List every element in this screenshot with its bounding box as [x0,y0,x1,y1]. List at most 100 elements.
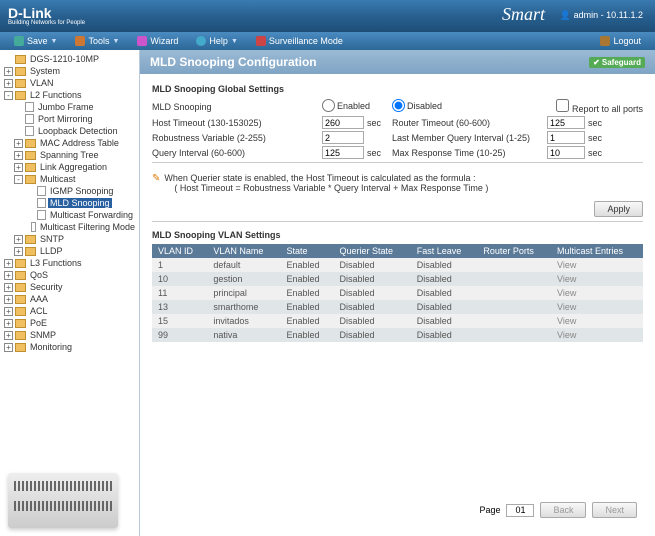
enabled-radio[interactable]: Enabled [322,99,370,112]
tree-acl[interactable]: +ACL [2,305,137,317]
surveillance-menu[interactable]: Surveillance Mode [248,36,351,46]
report-checkbox[interactable]: Report to all ports [556,104,643,114]
tree-system[interactable]: +System [2,65,137,77]
expand-icon[interactable]: + [14,235,23,244]
host-timeout-input[interactable] [322,116,364,129]
view-link[interactable]: View [557,330,576,340]
tree-portmirror[interactable]: Port Mirroring [2,113,137,125]
tree-mfwd[interactable]: Multicast Forwarding [2,209,137,221]
cell-routerports [477,314,551,328]
unit-label: sec [367,118,381,128]
expand-icon[interactable]: + [14,163,23,172]
expand-icon[interactable]: + [4,295,13,304]
tree-label: Port Mirroring [36,114,95,124]
expand-icon[interactable]: + [4,331,13,340]
logout-button[interactable]: Logout [592,36,649,46]
cell-state: Enabled [280,286,333,300]
folder-icon [25,151,36,160]
expand-icon[interactable]: + [4,319,13,328]
tree-device[interactable]: DGS-1210-10MP [2,53,137,65]
router-timeout-input[interactable] [547,116,585,129]
page-input[interactable] [506,504,534,517]
tree-spanning[interactable]: +Spanning Tree [2,149,137,161]
tree-l3[interactable]: +L3 Functions [2,257,137,269]
query-interval-input[interactable] [322,146,364,159]
expand-icon[interactable]: + [4,283,13,292]
collapse-icon[interactable]: - [14,175,23,184]
tools-menu[interactable]: Tools▼ [67,36,127,46]
logout-icon [600,36,610,46]
disabled-radio-input[interactable] [392,99,405,112]
table-row[interactable]: 11principalEnabledDisabledDisabledView [152,286,643,300]
expand-icon[interactable]: + [14,139,23,148]
next-button[interactable]: Next [592,502,637,518]
tree-linkagg[interactable]: +Link Aggregation [2,161,137,173]
table-row[interactable]: 10gestionEnabledDisabledDisabledView [152,272,643,286]
tree-label: SNMP [28,330,58,340]
expand-icon[interactable]: + [4,271,13,280]
expand-icon[interactable]: + [4,307,13,316]
admin-text: admin - 10.11.1.2 [574,10,643,20]
tree-aaa[interactable]: + AAA [2,293,137,305]
help-menu[interactable]: Help▼ [188,36,245,46]
apply-button[interactable]: Apply [594,201,643,217]
cell-querier: Disabled [334,286,411,300]
view-link[interactable]: View [557,302,576,312]
tree-multicast[interactable]: -Multicast [2,173,137,185]
expand-icon[interactable]: + [4,259,13,268]
tree-l2[interactable]: -L2 Functions [2,89,137,101]
cell-routerports [477,300,551,314]
max-response-input[interactable] [547,146,585,159]
tree-poe[interactable]: +PoE [2,317,137,329]
cell-querier: Disabled [334,314,411,328]
expand-icon[interactable]: + [4,79,13,88]
table-row[interactable]: 99nativaEnabledDisabledDisabledView [152,328,643,342]
wizard-menu[interactable]: Wizard [129,36,186,46]
disabled-label: Disabled [407,101,442,111]
surveillance-icon [256,36,266,46]
expand-icon[interactable]: + [4,343,13,352]
expand-icon[interactable]: + [14,151,23,160]
tree-lldp[interactable]: +LLDP [2,245,137,257]
tree-mld[interactable]: MLD Snooping [2,197,137,209]
tree-igmp[interactable]: IGMP Snooping [2,185,137,197]
note-line2: ( Host Timeout = Robustness Variable * Q… [164,183,488,193]
tree-mac[interactable]: +MAC Address Table [2,137,137,149]
tree-qos[interactable]: +QoS [2,269,137,281]
table-row[interactable]: 13smarthomeEnabledDisabledDisabledView [152,300,643,314]
lastmember-input[interactable] [547,131,585,144]
tree-mfilter[interactable]: Multicast Filtering Mode [2,221,137,233]
collapse-icon[interactable]: - [4,91,13,100]
enabled-radio-input[interactable] [322,99,335,112]
col-state: State [280,244,333,258]
folder-icon [15,319,26,328]
expand-icon[interactable]: + [14,247,23,256]
view-link[interactable]: View [557,288,576,298]
view-link[interactable]: View [557,260,576,270]
save-menu[interactable]: Save▼ [6,36,65,46]
report-checkbox-input[interactable] [556,99,569,112]
surveillance-label: Surveillance Mode [269,36,343,46]
table-row[interactable]: 1defaultEnabledDisabledDisabledView [152,258,643,272]
view-link[interactable]: View [557,274,576,284]
disabled-radio[interactable]: Disabled [392,99,442,112]
tree-label: AAA [28,294,50,304]
caret-icon: ▼ [112,38,119,45]
table-row[interactable]: 15invitadosEnabledDisabledDisabledView [152,314,643,328]
tree-snmp[interactable]: + SNMP [2,329,137,341]
tree-loopback[interactable]: Loopback Detection [2,125,137,137]
tree-jumbo[interactable]: Jumbo Frame [2,101,137,113]
robustness-input[interactable] [322,131,364,144]
view-link[interactable]: View [557,316,576,326]
back-button[interactable]: Back [540,502,586,518]
tree-sntp[interactable]: +SNTP [2,233,137,245]
tree-monitoring[interactable]: +Monitoring [2,341,137,353]
folder-icon [15,79,26,88]
save-label: Save [27,36,48,46]
cell-vlanid: 10 [152,272,207,286]
tree-security[interactable]: +Security [2,281,137,293]
tree-vlan[interactable]: +VLAN [2,77,137,89]
cell-routerports [477,272,551,286]
folder-icon [25,163,36,172]
expand-icon[interactable]: + [4,67,13,76]
